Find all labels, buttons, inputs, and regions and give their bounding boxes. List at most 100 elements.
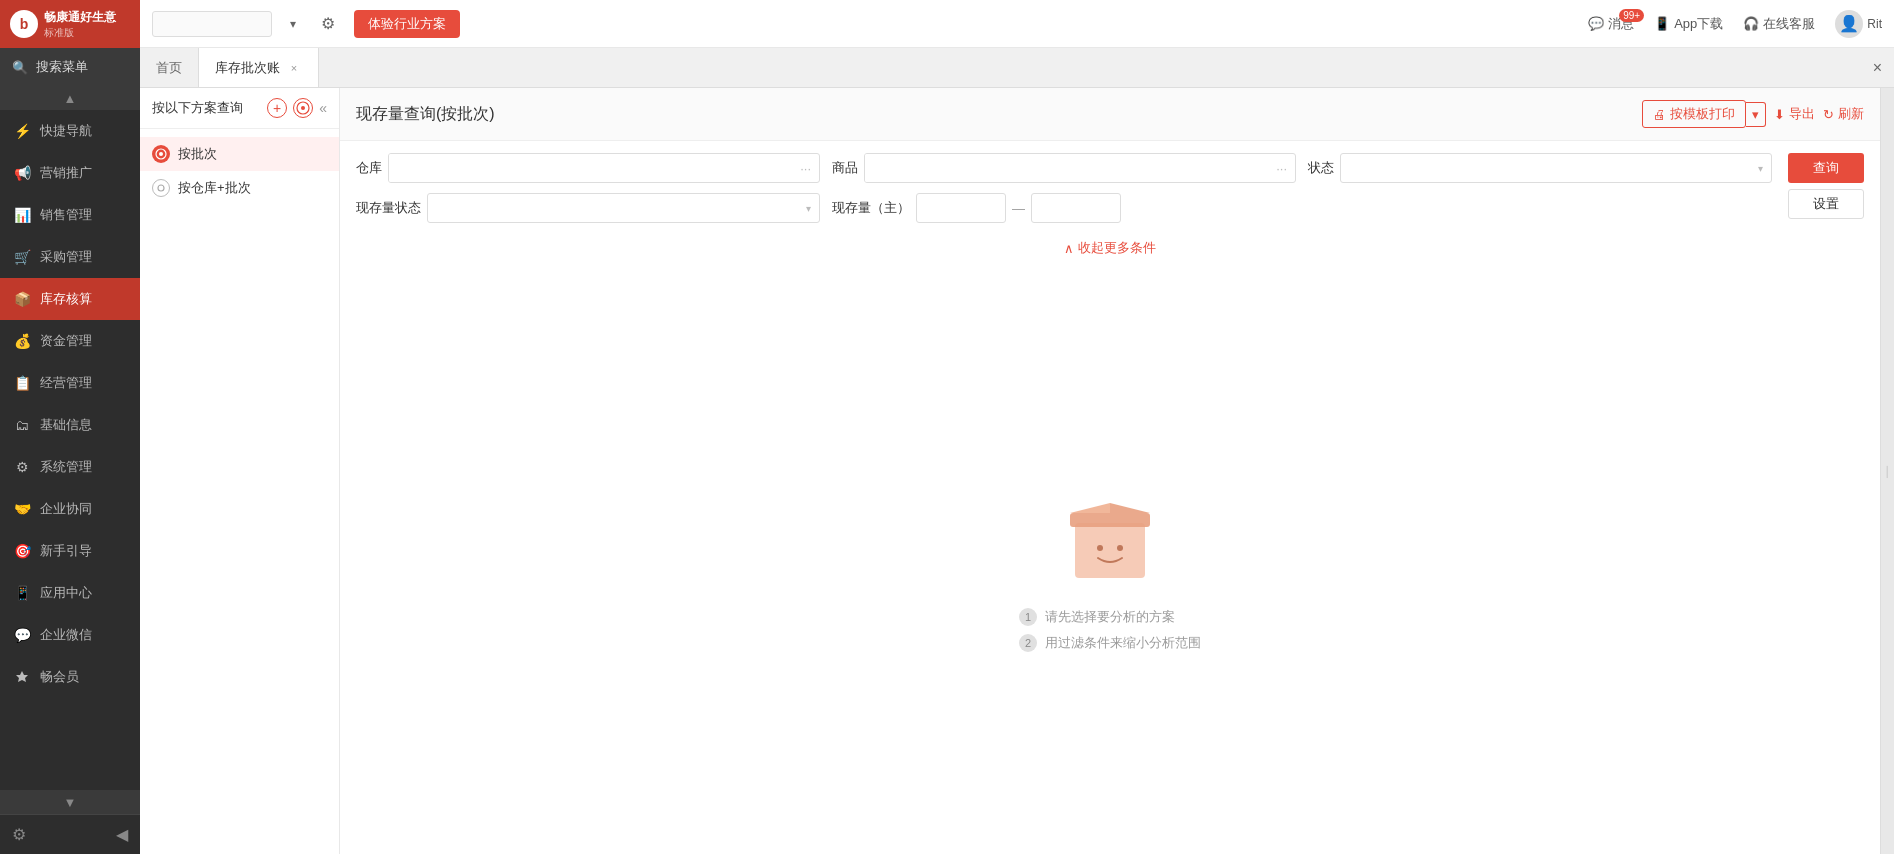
print-btn-group: 🖨 按模板打印 ▾	[1642, 100, 1766, 128]
sidebar-item-member[interactable]: 畅会员	[0, 656, 140, 698]
sidebar-item-system[interactable]: ⚙ 系统管理	[0, 446, 140, 488]
tab-panel-close-button[interactable]: ×	[1861, 48, 1894, 87]
scheme-panel: 按以下方案查询 + «	[140, 88, 340, 854]
status-select-arrow: ▾	[1758, 163, 1763, 174]
online-support-item[interactable]: 🎧 在线客服	[1743, 15, 1815, 33]
filter-row-1: 仓库 ··· 商品 ···	[356, 153, 1772, 183]
sidebar-item-inventory[interactable]: 📦 库存核算	[0, 278, 140, 320]
topbar-search-input[interactable]	[152, 11, 272, 37]
industry-btn[interactable]: 体验行业方案	[354, 10, 460, 38]
sidebar-item-finance[interactable]: 💰 资金管理	[0, 320, 140, 362]
filter-rows-container: 仓库 ··· 商品 ···	[340, 141, 1880, 231]
member-icon	[12, 667, 32, 687]
warehouse-input[interactable]	[389, 154, 792, 182]
sidebar-item-operations[interactable]: 📋 经营管理	[0, 362, 140, 404]
scheme-header-actions: + «	[267, 98, 327, 118]
app-download-icon: 📱	[1654, 16, 1670, 31]
scheme-collapse-button[interactable]: «	[319, 100, 327, 116]
operations-icon: 📋	[12, 373, 32, 393]
sidebar-item-newbie[interactable]: 🎯 新手引导	[0, 530, 140, 572]
scheme-label: 按仓库+批次	[178, 179, 251, 197]
refresh-button[interactable]: ↻ 刷新	[1823, 105, 1864, 123]
warehouse-more-icon[interactable]: ···	[792, 161, 819, 176]
svg-point-10	[1097, 545, 1103, 551]
sidebar-item-quick-nav[interactable]: ⚡ 快捷导航	[0, 110, 140, 152]
status-select[interactable]: ▾	[1340, 153, 1772, 183]
filter-section: 仓库 ··· 商品 ···	[340, 141, 1880, 265]
query-button[interactable]: 查询	[1788, 153, 1864, 183]
sidebar-item-basic[interactable]: 🗂 基础信息	[0, 404, 140, 446]
svg-point-2	[301, 106, 305, 110]
user-avatar-item[interactable]: 👤 Rit	[1835, 10, 1882, 38]
topbar-right: 💬 消息 99+ 📱 App下载 🎧 在线客服 👤 Rit	[1588, 10, 1882, 38]
empty-tip-2: 2 用过滤条件来缩小分析范围	[1019, 634, 1201, 652]
sidebar-search-item[interactable]: 🔍 搜索菜单	[0, 48, 140, 86]
scheme-icon-warehouse	[152, 179, 170, 197]
sidebar-footer-collapse-icon[interactable]: ◀	[116, 825, 128, 844]
sidebar-item-marketing[interactable]: 📢 营销推广	[0, 152, 140, 194]
app-download-item[interactable]: 📱 App下载	[1654, 15, 1723, 33]
sidebar-item-label: 经营管理	[40, 374, 92, 392]
sidebar-scroll-up[interactable]: ▲	[0, 86, 140, 110]
tab-home[interactable]: 首页	[140, 48, 199, 87]
active-tab-label: 库存批次账	[215, 59, 280, 77]
product-input[interactable]	[865, 154, 1268, 182]
export-icon: ⬇	[1774, 107, 1785, 122]
scheme-add-button[interactable]: +	[267, 98, 287, 118]
username-label: Rit	[1867, 17, 1882, 31]
inventory-status-label: 现存量状态	[356, 199, 421, 217]
inventory-quantity-label: 现存量（主）	[832, 199, 910, 217]
sidebar-item-sales[interactable]: 📊 销售管理	[0, 194, 140, 236]
print-label: 按模板打印	[1670, 105, 1735, 123]
sales-icon: 📊	[12, 205, 32, 225]
quantity-min-input[interactable]	[916, 193, 1006, 223]
export-label: 导出	[1789, 105, 1815, 123]
sidebar-item-label: 库存核算	[40, 290, 92, 308]
warehouse-label: 仓库	[356, 159, 382, 177]
print-dropdown-button[interactable]: ▾	[1746, 102, 1766, 127]
enterprise-icon: 🤝	[12, 499, 32, 519]
collapse-more-button[interactable]: ∧ 收起更多条件	[340, 231, 1880, 265]
print-button[interactable]: 🖨 按模板打印	[1642, 100, 1746, 128]
topbar-settings-button[interactable]: ⚙	[314, 10, 342, 38]
scheme-settings-button[interactable]	[293, 98, 313, 118]
tabbar: 首页 库存批次账 × ×	[140, 48, 1894, 88]
basic-icon: 🗂	[12, 415, 32, 435]
refresh-label: 刷新	[1838, 105, 1864, 123]
product-more-icon[interactable]: ···	[1268, 161, 1295, 176]
sidebar-item-enterprise[interactable]: 🤝 企业协同	[0, 488, 140, 530]
svg-rect-6	[1075, 523, 1145, 578]
filter-fields: 仓库 ··· 商品 ···	[356, 153, 1772, 231]
sidebar-item-label: 快捷导航	[40, 122, 92, 140]
sidebar-footer: ⚙ ◀	[0, 814, 140, 854]
tab-close-icon[interactable]: ×	[286, 60, 302, 76]
sidebar-item-label: 资金管理	[40, 332, 92, 350]
filter-cell-inv-qty: 现存量（主） —	[832, 193, 1296, 223]
sidebar-item-purchase[interactable]: 🛒 采购管理	[0, 236, 140, 278]
tab-inventory-batch[interactable]: 库存批次账 ×	[199, 48, 319, 87]
sidebar-item-apps[interactable]: 📱 应用中心	[0, 572, 140, 614]
right-scrollbar[interactable]: │	[1880, 88, 1894, 854]
empty-illustration	[1050, 468, 1170, 588]
product-input-wrap: ···	[864, 153, 1296, 183]
inventory-status-select[interactable]: ▾	[427, 193, 820, 223]
sidebar-footer-settings-icon[interactable]: ⚙	[12, 825, 26, 844]
company-name: 畅康通好生意	[44, 9, 116, 26]
scheme-item-warehouse-batch[interactable]: 按仓库+批次	[140, 171, 339, 205]
headset-icon: 🎧	[1743, 16, 1759, 31]
topbar-dropdown-button[interactable]: ▾	[280, 11, 306, 37]
avatar: 👤	[1835, 10, 1863, 38]
quantity-max-input[interactable]	[1031, 193, 1121, 223]
query-header: 现存量查询(按批次) 🖨 按模板打印 ▾ ⬇ 导出 ↻	[340, 88, 1880, 141]
filter-cell-status: 状态 ▾	[1308, 153, 1772, 183]
scheme-panel-header: 按以下方案查询 + «	[140, 88, 339, 129]
messages-item[interactable]: 💬 消息 99+	[1588, 15, 1634, 33]
tip2-num: 2	[1019, 634, 1037, 652]
scheme-item-batch[interactable]: 按批次	[140, 137, 339, 171]
inventory-icon: 📦	[12, 289, 32, 309]
svg-point-5	[158, 185, 164, 191]
export-button[interactable]: ⬇ 导出	[1774, 105, 1815, 123]
settings-button[interactable]: 设置	[1788, 189, 1864, 219]
sidebar-scroll-down[interactable]: ▼	[0, 790, 140, 814]
sidebar-item-wechat[interactable]: 💬 企业微信	[0, 614, 140, 656]
